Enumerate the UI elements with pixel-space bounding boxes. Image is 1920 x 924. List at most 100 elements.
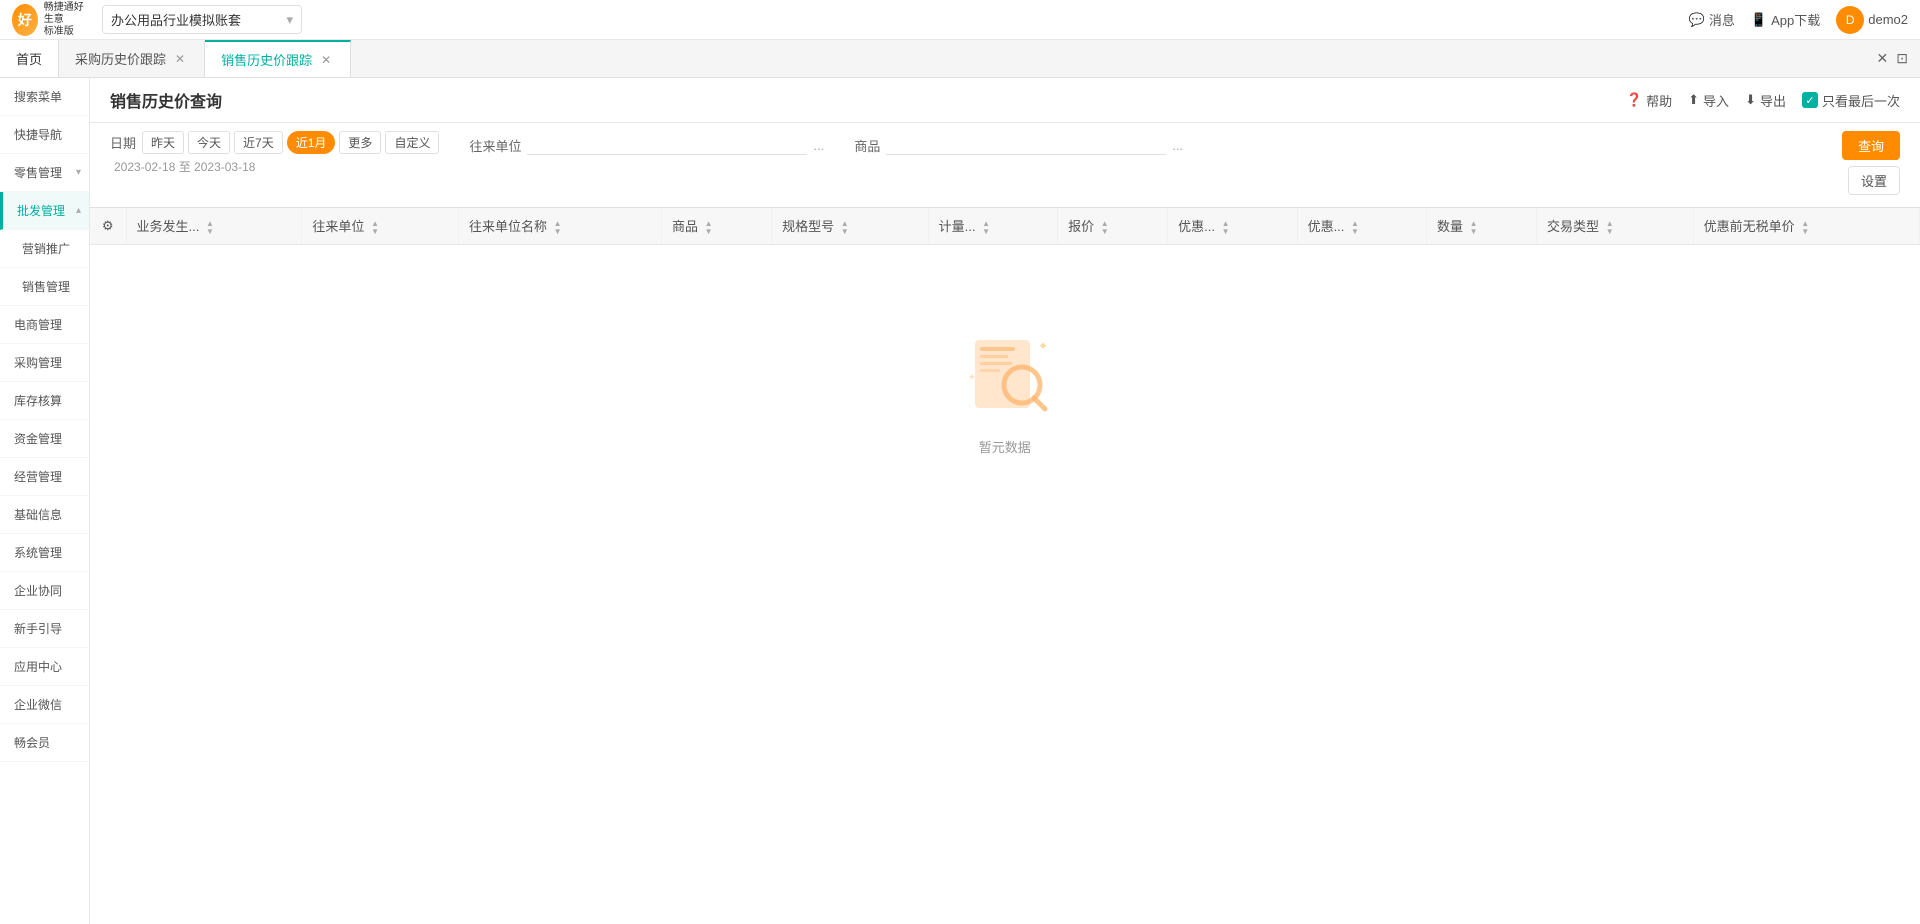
tab-sales-history[interactable]: 销售历史价跟踪 ✕ xyxy=(205,40,351,77)
page-title: 销售历史价查询 xyxy=(110,88,222,112)
th-pretax-price[interactable]: 优惠前无税单价 ▲▼ xyxy=(1693,208,1919,244)
sort-arrows-discount2: ▲▼ xyxy=(1351,220,1359,236)
date-btn-today[interactable]: 今天 xyxy=(188,131,230,154)
logo-text: 畅捷通好生意 标准版 xyxy=(44,2,92,38)
empty-illustration: ✦ ✦ xyxy=(950,325,1060,425)
sort-arrows-trade-type: ▲▼ xyxy=(1606,220,1614,236)
empty-state: ✦ ✦ 暂元数据 xyxy=(90,245,1920,536)
checkbox-checked-icon: ✓ xyxy=(1802,92,1818,108)
data-table: ⚙ 业务发生... ▲▼ 往来单位 ▲▼ 往来单位名称 ▲▼ xyxy=(90,208,1920,536)
settings-button[interactable]: 设置 xyxy=(1848,166,1900,195)
app-download-button[interactable]: 📱 App下载 xyxy=(1751,10,1820,29)
sidebar-item-enterprise-collab[interactable]: 企业协同 xyxy=(0,572,89,610)
table-container: ⚙ 业务发生... ▲▼ 往来单位 ▲▼ 往来单位名称 ▲▼ xyxy=(90,208,1920,924)
th-partner-name[interactable]: 往来单位名称 ▲▼ xyxy=(458,208,661,244)
query-button[interactable]: 查询 xyxy=(1842,131,1900,160)
th-unit[interactable]: 计量... ▲▼ xyxy=(928,208,1057,244)
th-partner-code-label: 往来单位 xyxy=(312,219,364,234)
tab-bar-actions: ✕ ⊡ xyxy=(1865,40,1920,77)
sidebar-item-sales-mgmt[interactable]: 销售管理 xyxy=(0,268,89,306)
tab-purchase-close[interactable]: ✕ xyxy=(172,51,188,67)
breadcrumb-label: 办公用品行业模拟账套 xyxy=(111,10,241,29)
sidebar-item-ops[interactable]: 经营管理 xyxy=(0,458,89,496)
th-partner-code[interactable]: 往来单位 ▲▼ xyxy=(302,208,459,244)
sidebar-item-ecommerce[interactable]: 电商管理 xyxy=(0,306,89,344)
sort-arrows-discount1: ▲▼ xyxy=(1222,220,1230,236)
top-bar-left: 好 畅捷通好生意 标准版 办公用品行业模拟账套 ▾ xyxy=(12,2,302,38)
sidebar-item-wholesale[interactable]: 批发管理 ▴ xyxy=(0,192,89,230)
sort-arrows-quote: ▲▼ xyxy=(1101,220,1109,236)
message-icon: 💬 xyxy=(1689,12,1705,28)
sort-arrows-spec: ▲▼ xyxy=(841,220,849,236)
product-input[interactable] xyxy=(886,135,1166,155)
avatar: D xyxy=(1836,6,1864,34)
date-btn-more[interactable]: 更多 xyxy=(339,131,381,154)
sort-arrows-partner-code: ▲▼ xyxy=(371,220,379,236)
partner-input[interactable] xyxy=(527,135,807,155)
th-product[interactable]: 商品 ▲▼ xyxy=(662,208,772,244)
message-button[interactable]: 💬 消息 xyxy=(1689,10,1735,29)
user-menu[interactable]: D demo2 xyxy=(1836,6,1908,34)
th-quote-label: 报价 xyxy=(1068,219,1094,234)
close-all-tabs-button[interactable]: ✕ xyxy=(1877,50,1889,67)
sort-arrows-unit: ▲▼ xyxy=(982,220,990,236)
breadcrumb-select[interactable]: 办公用品行业模拟账套 ▾ xyxy=(102,5,302,34)
logo-area: 好 畅捷通好生意 标准版 xyxy=(12,2,92,38)
tab-home[interactable]: 首页 xyxy=(0,40,59,77)
import-button[interactable]: ⬆ 导入 xyxy=(1688,91,1729,110)
date-btn-7days[interactable]: 近7天 xyxy=(234,131,283,154)
tab-sales-close[interactable]: ✕ xyxy=(318,52,334,68)
partner-dots: ... xyxy=(813,138,824,153)
table-body: ✦ ✦ 暂元数据 xyxy=(90,244,1920,536)
th-product-label: 商品 xyxy=(672,219,698,234)
date-btn-1month[interactable]: 近1月 xyxy=(287,131,336,154)
maximize-button[interactable]: ⊡ xyxy=(1896,50,1908,67)
th-qty[interactable]: 数量 ▲▼ xyxy=(1426,208,1536,244)
logo-icon: 好 xyxy=(12,4,38,36)
date-filter-group: 日期 昨天 今天 近7天 近1月 更多 自定义 2023-02-18 至 202… xyxy=(110,131,439,175)
sidebar-item-inventory[interactable]: 库存核算 xyxy=(0,382,89,420)
sidebar-item-member[interactable]: 畅会员 xyxy=(0,724,89,762)
sidebar-item-enterprise-wechat[interactable]: 企业微信 xyxy=(0,686,89,724)
sidebar-item-finance[interactable]: 资金管理 xyxy=(0,420,89,458)
sidebar-item-quick-nav[interactable]: 快捷导航 xyxy=(0,116,89,154)
gear-icon[interactable]: ⚙ xyxy=(102,218,114,233)
th-discount2[interactable]: 优惠... ▲▼ xyxy=(1297,208,1426,244)
th-discount1-label: 优惠... xyxy=(1178,219,1215,234)
th-trade-type[interactable]: 交易类型 ▲▼ xyxy=(1537,208,1694,244)
main-layout: 搜索菜单 快捷导航 零售管理 ▾ 批发管理 ▴ 营销推广 销售管理 电商管理 采… xyxy=(0,78,1920,924)
chevron-up-icon: ▴ xyxy=(76,205,81,216)
th-quote[interactable]: 报价 ▲▼ xyxy=(1058,208,1168,244)
tab-purchase-label: 采购历史价跟踪 xyxy=(75,49,166,68)
sidebar-item-marketing[interactable]: 营销推广 xyxy=(0,230,89,268)
import-icon: ⬆ xyxy=(1688,92,1699,108)
th-discount1[interactable]: 优惠... ▲▼ xyxy=(1168,208,1297,244)
sidebar-item-purchase[interactable]: 采购管理 xyxy=(0,344,89,382)
product-dots: ... xyxy=(1172,138,1183,153)
page-actions: ❓ 帮助 ⬆ 导入 ⬇ 导出 ✓ 只看最后一次 xyxy=(1626,91,1900,110)
only-last-checkbox[interactable]: ✓ 只看最后一次 xyxy=(1802,91,1900,110)
sidebar-item-app-center[interactable]: 应用中心 xyxy=(0,648,89,686)
date-filter-row: 日期 昨天 今天 近7天 近1月 更多 自定义 xyxy=(110,131,439,154)
sidebar-item-basic-info[interactable]: 基础信息 xyxy=(0,496,89,534)
svg-text:✦: ✦ xyxy=(968,372,976,382)
tab-sales-label: 销售历史价跟踪 xyxy=(221,50,312,69)
th-discount2-label: 优惠... xyxy=(1308,219,1345,234)
th-gear[interactable]: ⚙ xyxy=(90,208,126,244)
sidebar-item-search-menu[interactable]: 搜索菜单 xyxy=(0,78,89,116)
sidebar-item-newbie[interactable]: 新手引导 xyxy=(0,610,89,648)
th-biz-date[interactable]: 业务发生... ▲▼ xyxy=(126,208,302,244)
sidebar-item-retail[interactable]: 零售管理 ▾ xyxy=(0,154,89,192)
date-btn-yesterday[interactable]: 昨天 xyxy=(142,131,184,154)
th-spec[interactable]: 规格型号 ▲▼ xyxy=(772,208,929,244)
export-button[interactable]: ⬇ 导出 xyxy=(1745,91,1786,110)
date-btn-custom[interactable]: 自定义 xyxy=(385,131,439,154)
th-unit-label: 计量... xyxy=(939,219,976,234)
tab-purchase-history[interactable]: 采购历史价跟踪 ✕ xyxy=(59,40,205,77)
sort-arrows-biz-date: ▲▼ xyxy=(206,220,214,236)
sidebar-item-system[interactable]: 系统管理 xyxy=(0,534,89,572)
sidebar: 搜索菜单 快捷导航 零售管理 ▾ 批发管理 ▴ 营销推广 销售管理 电商管理 采… xyxy=(0,78,90,924)
date-label: 日期 xyxy=(110,133,136,152)
help-button[interactable]: ❓ 帮助 xyxy=(1626,91,1672,110)
page-header: 销售历史价查询 ❓ 帮助 ⬆ 导入 ⬇ 导出 ✓ xyxy=(90,78,1920,123)
